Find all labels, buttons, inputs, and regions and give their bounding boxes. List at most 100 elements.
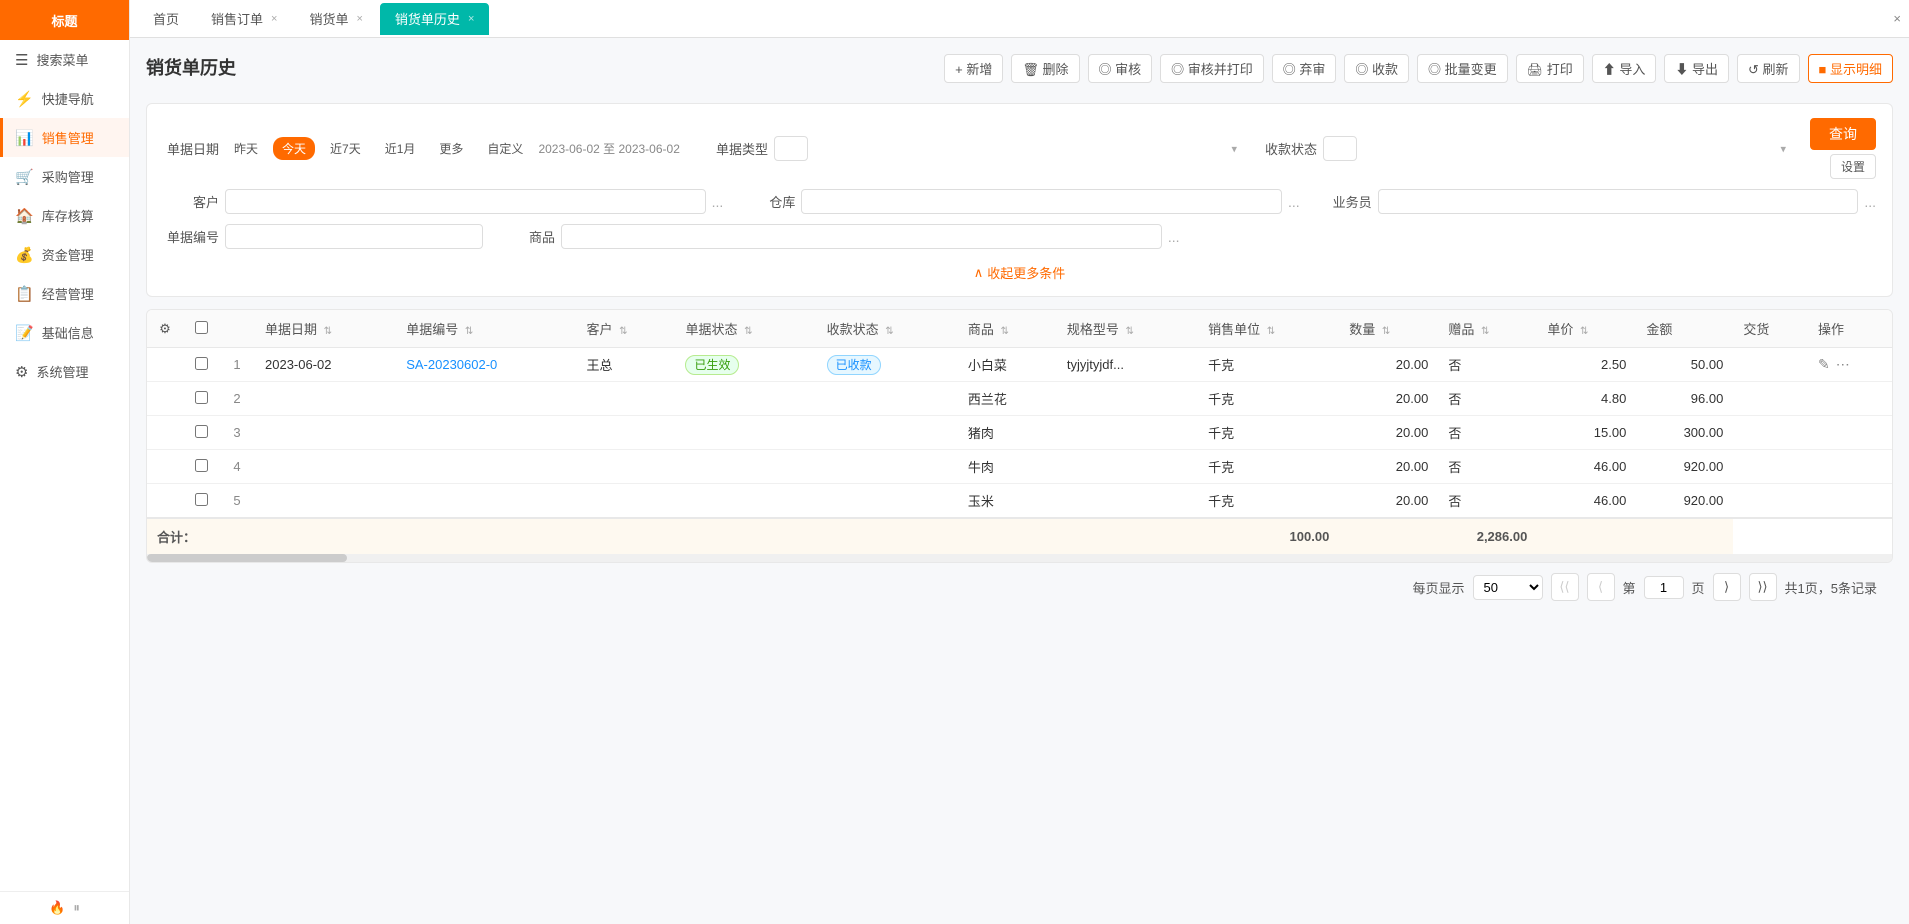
- th-unit[interactable]: 销售单位 ⇅: [1198, 310, 1339, 348]
- row-customer: [576, 382, 675, 416]
- th-goods[interactable]: 商品 ⇅: [958, 310, 1057, 348]
- add-button[interactable]: + 新增: [944, 54, 1003, 83]
- doc-no-input[interactable]: [225, 224, 483, 249]
- tab-bar-end: ×: [1893, 11, 1901, 26]
- row-check[interactable]: [183, 382, 219, 416]
- more-icon[interactable]: ⋯: [1836, 356, 1850, 373]
- tab-sales-goods[interactable]: 销货单 ×: [294, 3, 377, 35]
- row-spec: [1057, 382, 1198, 416]
- row-check[interactable]: [183, 484, 219, 519]
- tab-home[interactable]: 首页: [138, 3, 194, 35]
- th-qty[interactable]: 数量 ⇅: [1339, 310, 1438, 348]
- doc-type-select[interactable]: [774, 136, 808, 161]
- row-checkbox[interactable]: [195, 493, 208, 506]
- per-page-select[interactable]: 20 50 100: [1473, 575, 1543, 600]
- table-row: 1 2023-06-02 SA-20230602-0 王总 已生效 已收款 小白…: [147, 348, 1892, 382]
- query-button[interactable]: 查询: [1810, 118, 1876, 150]
- row-check[interactable]: [183, 450, 219, 484]
- setting-button[interactable]: 设置: [1830, 154, 1876, 179]
- tab-sales-order-close[interactable]: ×: [271, 13, 277, 25]
- collect-status-select[interactable]: [1323, 136, 1357, 161]
- ops-mgmt-icon: 📋: [15, 285, 34, 303]
- edit-icon[interactable]: ✎: [1818, 356, 1830, 373]
- sidebar-pause-icon[interactable]: ⏸: [73, 900, 80, 916]
- date-btn-more[interactable]: 更多: [430, 137, 472, 160]
- tab-sales-goods-close[interactable]: ×: [356, 13, 362, 25]
- import-button[interactable]: ⬆ 导入: [1592, 54, 1657, 83]
- date-btn-7days[interactable]: 近7天: [321, 137, 370, 160]
- sidebar-item-sales-mgmt[interactable]: 📊 销售管理: [0, 118, 129, 157]
- filter-date: 单据日期 昨天 今天 近7天 近1月 更多 自定义 2023-06-02 至 2…: [163, 137, 696, 160]
- date-btn-1month[interactable]: 近1月: [376, 137, 425, 160]
- tab-sales-order[interactable]: 销售订单 ×: [196, 3, 292, 35]
- sidebar-item-search-menu[interactable]: ☰ 搜索菜单: [0, 40, 129, 79]
- goods-input[interactable]: [561, 224, 1162, 249]
- page-next-btn[interactable]: ⟩: [1713, 573, 1741, 601]
- filter-business: 业务员 ...: [1316, 189, 1876, 214]
- row-amount: 50.00: [1636, 348, 1733, 382]
- select-all-checkbox[interactable]: [195, 321, 208, 334]
- sidebar-item-ops-mgmt[interactable]: 📋 经营管理: [0, 274, 129, 313]
- row-price: 4.80: [1537, 382, 1636, 416]
- th-price[interactable]: 单价 ⇅: [1537, 310, 1636, 348]
- th-spec[interactable]: 规格型号 ⇅: [1057, 310, 1198, 348]
- audit-button[interactable]: ◎ 审核: [1088, 54, 1153, 83]
- fund-mgmt-icon: 💰: [15, 246, 34, 264]
- row-goods: 猪肉: [958, 416, 1057, 450]
- row-ops: [1808, 382, 1892, 416]
- refresh-button[interactable]: ↺ 刷新: [1737, 54, 1800, 83]
- doc-no-link[interactable]: SA-20230602-0: [406, 357, 497, 372]
- row-checkbox[interactable]: [195, 391, 208, 404]
- tab-sales-history[interactable]: 销货单历史 ×: [380, 3, 489, 35]
- customer-input[interactable]: [225, 189, 706, 214]
- th-doc-status[interactable]: 单据状态 ⇅: [675, 310, 816, 348]
- abandon-button[interactable]: ◎ 弃审: [1272, 54, 1337, 83]
- collect-button[interactable]: ◎ 收款: [1344, 54, 1409, 83]
- th-doc-date[interactable]: 单据日期 ⇅: [255, 310, 396, 348]
- window-close-icon[interactable]: ×: [1893, 11, 1901, 26]
- row-checkbox[interactable]: [195, 425, 208, 438]
- th-gift[interactable]: 赠品 ⇅: [1438, 310, 1537, 348]
- warehouse-input[interactable]: [801, 189, 1282, 214]
- th-collect-status[interactable]: 收款状态 ⇅: [817, 310, 958, 348]
- sidebar-item-system-mgmt[interactable]: ⚙ 系统管理: [0, 352, 129, 391]
- row-check[interactable]: [183, 348, 219, 382]
- show-detail-button[interactable]: ■ 显示明细: [1808, 54, 1893, 83]
- export-button[interactable]: ⬇ 导出: [1664, 54, 1729, 83]
- sidebar-item-basic-info[interactable]: 📝 基础信息: [0, 313, 129, 352]
- date-btn-custom[interactable]: 自定义: [478, 137, 532, 160]
- business-input[interactable]: [1378, 189, 1859, 214]
- page-first-btn[interactable]: ⟨⟨: [1551, 573, 1579, 601]
- scrollbar-thumb[interactable]: [147, 554, 347, 562]
- sidebar-item-quick-nav[interactable]: ⚡ 快捷导航: [0, 79, 129, 118]
- sidebar-item-purchase-mgmt[interactable]: 🛒 采购管理: [0, 157, 129, 196]
- date-btn-today[interactable]: 今天: [273, 137, 315, 160]
- th-gear[interactable]: ⚙: [147, 310, 183, 348]
- date-btn-yesterday[interactable]: 昨天: [225, 137, 267, 160]
- business-ellipsis[interactable]: ...: [1864, 194, 1876, 210]
- horizontal-scrollbar[interactable]: [147, 554, 1892, 562]
- sidebar-item-fund-mgmt[interactable]: 💰 资金管理: [0, 235, 129, 274]
- sidebar-item-inventory-calc[interactable]: 🏠 库存核算: [0, 196, 129, 235]
- goods-ellipsis[interactable]: ...: [1168, 229, 1180, 245]
- collapse-button[interactable]: ∧ 收起更多条件: [163, 259, 1876, 282]
- print-button[interactable]: 🖨 打印: [1516, 54, 1584, 83]
- th-doc-no[interactable]: 单据编号 ⇅: [396, 310, 576, 348]
- filter-row-3: 单据编号 商品 ...: [163, 224, 1876, 249]
- row-checkbox[interactable]: [195, 357, 208, 370]
- row-ops: [1808, 484, 1892, 519]
- page-prev-btn[interactable]: ⟨: [1587, 573, 1615, 601]
- row-check[interactable]: [183, 416, 219, 450]
- delete-button[interactable]: 🗑 删除: [1011, 54, 1079, 83]
- row-gear: [147, 416, 183, 450]
- page-number-input[interactable]: [1644, 576, 1684, 599]
- page-last-btn[interactable]: ⟩⟩: [1749, 573, 1777, 601]
- warehouse-ellipsis[interactable]: ...: [1288, 194, 1300, 210]
- sidebar-fire-icon[interactable]: 🔥: [49, 900, 65, 916]
- batch-change-button[interactable]: ◎ 批量变更: [1417, 54, 1508, 83]
- tab-sales-history-close[interactable]: ×: [468, 13, 474, 25]
- th-customer[interactable]: 客户 ⇅: [576, 310, 675, 348]
- audit-print-button[interactable]: ◎ 审核并打印: [1160, 54, 1264, 83]
- customer-ellipsis[interactable]: ...: [712, 194, 724, 210]
- row-checkbox[interactable]: [195, 459, 208, 472]
